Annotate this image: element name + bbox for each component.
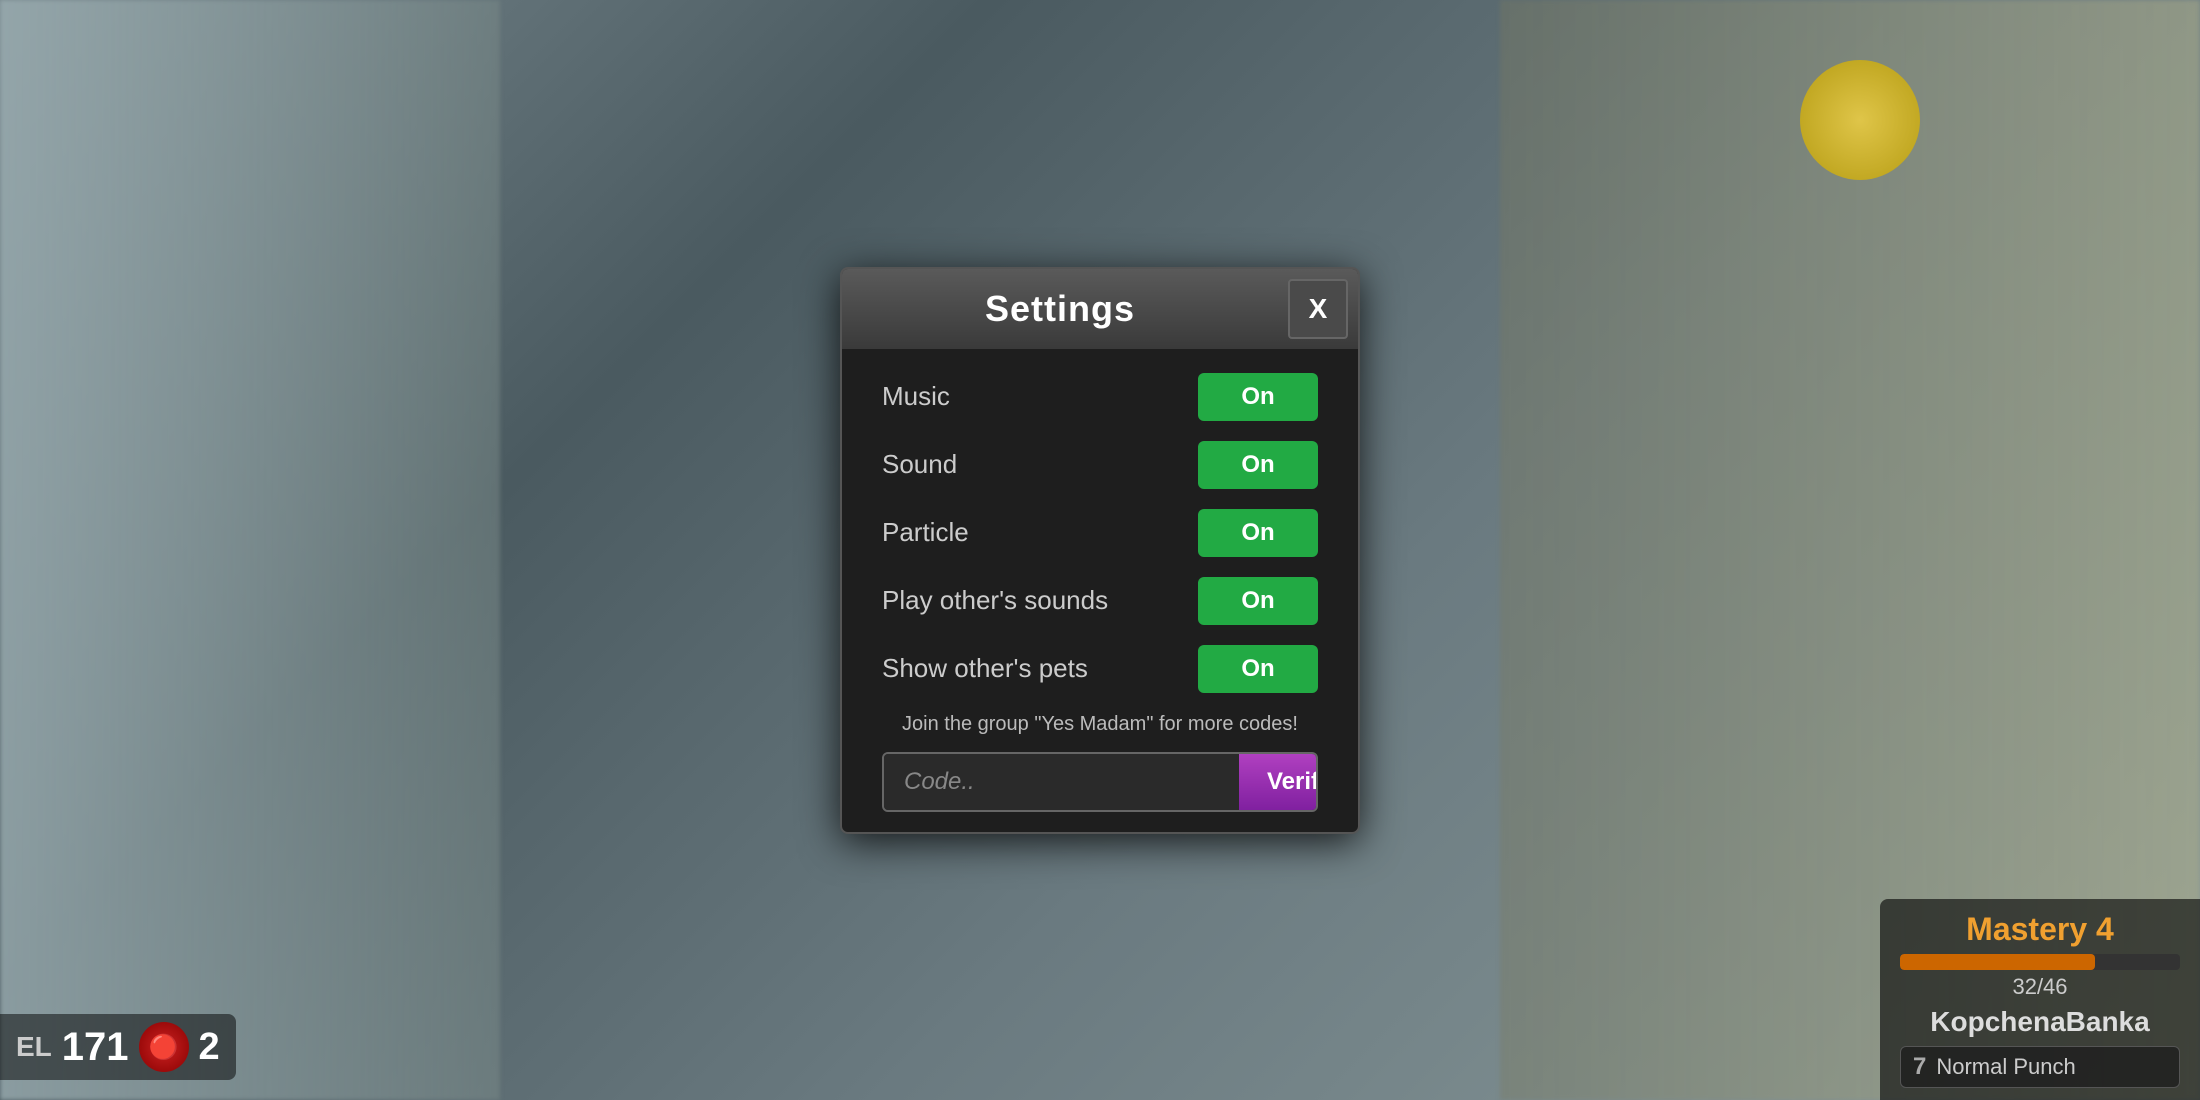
settings-modal: Settings X Music On Sound On Particle On [840,267,1360,834]
sound-label: Sound [882,449,957,480]
play-others-sounds-toggle[interactable]: On [1198,577,1318,625]
modal-body: Music On Sound On Particle On Play other… [842,349,1358,832]
music-toggle[interactable]: On [1198,373,1318,421]
setting-row-play-others-sounds: Play other's sounds On [882,577,1318,625]
code-row: Verify [882,752,1318,812]
setting-row-particle: Particle On [882,509,1318,557]
setting-row-sound: Sound On [882,441,1318,489]
music-label: Music [882,381,950,412]
modal-title: Settings [985,288,1135,329]
play-others-sounds-label: Play other's sounds [882,585,1108,616]
particle-label: Particle [882,517,969,548]
modal-header: Settings X [842,269,1358,349]
group-text: Join the group "Yes Madam" for more code… [882,713,1318,736]
modal-overlay: Settings X Music On Sound On Particle On [0,0,2200,1100]
verify-button[interactable]: Verify [1239,754,1318,810]
close-button[interactable]: X [1288,279,1348,339]
setting-row-show-others-pets: Show other's pets On [882,645,1318,693]
sound-toggle[interactable]: On [1198,441,1318,489]
particle-toggle[interactable]: On [1198,509,1318,557]
code-input[interactable] [884,754,1239,810]
show-others-pets-toggle[interactable]: On [1198,645,1318,693]
modal-title-wrap: Settings [842,270,1278,348]
setting-row-music: Music On [882,373,1318,421]
show-others-pets-label: Show other's pets [882,653,1088,684]
